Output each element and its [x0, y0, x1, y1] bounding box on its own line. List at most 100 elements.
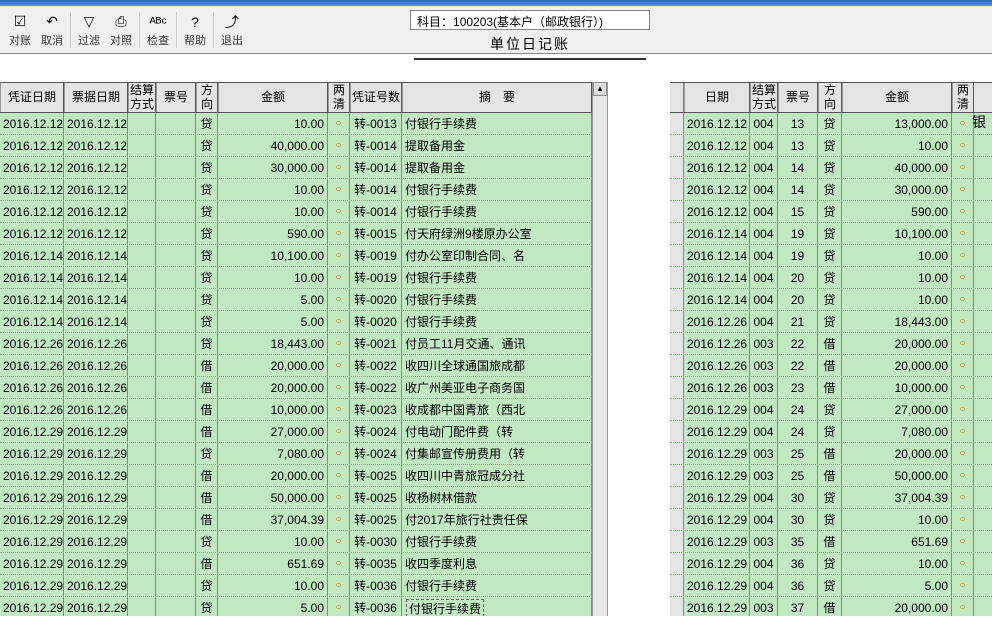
- table-row[interactable]: 2016.12.2900436贷10.00○: [670, 553, 992, 575]
- table-row[interactable]: 2016.12.142016.12.14贷10,100.00○转-0019付办公…: [0, 245, 592, 267]
- table-row[interactable]: 2016.12.1200414贷30,000.00○: [670, 179, 992, 201]
- table-row[interactable]: 2016.12.292016.12.29借27,000.00○转-0024付电动…: [0, 421, 592, 443]
- cell: 2016.12.29: [64, 465, 128, 486]
- table-row[interactable]: 2016.12.2900424贷7,080.00○: [670, 421, 992, 443]
- cell: 转-0025: [350, 465, 402, 486]
- cell: ○: [952, 377, 974, 398]
- editing-cell[interactable]: 付银行手续费: [406, 599, 484, 616]
- row-marker: [670, 157, 684, 178]
- cell: 37,004.39: [218, 509, 328, 530]
- row-marker: [670, 245, 684, 266]
- table-row[interactable]: 2016.12.292016.12.29贷7,080.00○转-0024付集邮宣…: [0, 443, 592, 465]
- table-row[interactable]: 2016.12.2900430贷37,004.39○: [670, 487, 992, 509]
- table-row[interactable]: 2016.12.1400419贷10.00○: [670, 245, 992, 267]
- table-row[interactable]: 2016.12.2900337借20,000.00○: [670, 597, 992, 616]
- col-settle[interactable]: 结算方式: [128, 83, 156, 112]
- cell: 003: [750, 377, 778, 398]
- cell: 5.00: [218, 311, 328, 332]
- cell: ○: [952, 487, 974, 508]
- col-summary[interactable]: 摘 要: [402, 83, 592, 112]
- table-row[interactable]: 2016.12.2900335借651.69○: [670, 531, 992, 553]
- table-row[interactable]: 2016.12.262016.12.26贷18,443.00○转-0021付员工…: [0, 333, 592, 355]
- table-row[interactable]: 2016.12.122016.12.12贷10.00○转-0014付银行手续费: [0, 201, 592, 223]
- left-grid-body[interactable]: 2016.12.122016.12.12贷10.00○转-0013付银行手续费2…: [0, 113, 592, 616]
- table-row[interactable]: 2016.12.262016.12.26借10,000.00○转-0023收成都…: [0, 399, 592, 421]
- table-row[interactable]: 2016.12.122016.12.12贷10.00○转-0014付银行手续费: [0, 179, 592, 201]
- check-button[interactable]: ᴬᴮᶜ检查: [142, 9, 174, 51]
- table-row[interactable]: 2016.12.1200414贷40,000.00○: [670, 157, 992, 179]
- table-row[interactable]: 2016.12.2600421贷18,443.00○: [670, 311, 992, 333]
- cell: 14: [778, 157, 818, 178]
- table-row[interactable]: 2016.12.1400420贷10.00○: [670, 267, 992, 289]
- help-button[interactable]: ?帮助: [179, 9, 211, 51]
- cell: 2016.12.26: [0, 333, 64, 354]
- rcol-ticket-no[interactable]: 票号: [778, 83, 818, 112]
- table-row[interactable]: 2016.12.122016.12.12贷40,000.00○转-0014提取备…: [0, 135, 592, 157]
- filter-button[interactable]: ▽过滤: [73, 9, 105, 51]
- table-row[interactable]: 2016.12.1200413贷10.00○: [670, 135, 992, 157]
- table-row[interactable]: 2016.12.2600322借20,000.00○: [670, 355, 992, 377]
- table-row[interactable]: 2016.12.292016.12.29贷10.00○转-0030付银行手续费: [0, 531, 592, 553]
- table-row[interactable]: 2016.12.142016.12.14贷5.00○转-0020付银行手续费: [0, 289, 592, 311]
- table-row[interactable]: 2016.12.292016.12.29借37,004.39○转-0025付20…: [0, 509, 592, 531]
- left-scrollbar[interactable]: ▲: [592, 82, 608, 616]
- rcol-direction[interactable]: 方向: [818, 83, 842, 112]
- table-row[interactable]: 2016.12.292016.12.29贷10.00○转-0036付银行手续费: [0, 575, 592, 597]
- cell: 25: [778, 465, 818, 486]
- table-row[interactable]: 2016.12.262016.12.26借20,000.00○转-0022收广州…: [0, 377, 592, 399]
- scroll-up-icon[interactable]: ▲: [593, 82, 607, 96]
- col-direction[interactable]: 方向: [196, 83, 218, 112]
- col-amount[interactable]: 金额: [218, 83, 328, 112]
- row-marker: [670, 355, 684, 376]
- cancel-button[interactable]: ↶取消: [36, 9, 68, 51]
- table-row[interactable]: 2016.12.1200413贷13,000.00○: [670, 113, 992, 135]
- cell: ○: [952, 267, 974, 288]
- col-ticket-date[interactable]: 票据日期: [64, 83, 128, 112]
- table-row[interactable]: 2016.12.122016.12.12贷590.00○转-0015付天府绿洲9…: [0, 223, 592, 245]
- col-voucher-date[interactable]: 凭证日期: [0, 83, 64, 112]
- table-row[interactable]: 2016.12.142016.12.14贷5.00○转-0020付银行手续费: [0, 311, 592, 333]
- table-row[interactable]: 2016.12.122016.12.12贷30,000.00○转-0014提取备…: [0, 157, 592, 179]
- cell: 贷: [196, 201, 218, 222]
- table-row[interactable]: 2016.12.292016.12.29借20,000.00○转-0025收四川…: [0, 465, 592, 487]
- table-row[interactable]: 2016.12.2900325借20,000.00○: [670, 443, 992, 465]
- table-row[interactable]: 2016.12.122016.12.12贷10.00○转-0013付银行手续费: [0, 113, 592, 135]
- table-row[interactable]: 2016.12.292016.12.29借50,000.00○转-0025收杨树…: [0, 487, 592, 509]
- cell: 2016.12.29: [64, 509, 128, 530]
- cell: 付银行手续费: [402, 201, 592, 222]
- cell: 2016.12.14: [64, 289, 128, 310]
- cell: ○: [328, 289, 350, 310]
- table-row[interactable]: 2016.12.1400419贷10,100.00○: [670, 223, 992, 245]
- table-row[interactable]: 2016.12.142016.12.14贷10.00○转-0019付银行手续费: [0, 267, 592, 289]
- subject-field[interactable]: 科目：100203(基本户（邮政银行）): [410, 10, 650, 30]
- cell: 2016.12.12: [684, 135, 750, 156]
- table-row[interactable]: 2016.12.1400420贷10.00○: [670, 289, 992, 311]
- rcol-settle[interactable]: 结算方式: [750, 83, 778, 112]
- cell: ○: [328, 443, 350, 464]
- col-clear[interactable]: 两清: [328, 83, 350, 112]
- table-row[interactable]: 2016.12.2900430贷10.00○: [670, 509, 992, 531]
- compare-button[interactable]: ⎙对照: [105, 9, 137, 51]
- rcol-clear[interactable]: 两清: [952, 83, 974, 112]
- rcol-amount[interactable]: 金额: [842, 83, 952, 112]
- col-voucher-no[interactable]: 凭证号数: [350, 83, 402, 112]
- exit-button[interactable]: ⤴退出: [216, 9, 248, 51]
- cell: 2016.12.29: [0, 421, 64, 442]
- table-row[interactable]: 2016.12.292016.12.29贷5.00○转-0036付银行手续费: [0, 597, 592, 616]
- table-row[interactable]: 2016.12.1200415贷590.00○: [670, 201, 992, 223]
- table-row[interactable]: 2016.12.2600323借10,000.00○: [670, 377, 992, 399]
- match-button[interactable]: ☑对账: [4, 9, 36, 51]
- table-row[interactable]: 2016.12.262016.12.26借20,000.00○转-0022收四川…: [0, 355, 592, 377]
- col-ticket-no[interactable]: 票号: [156, 83, 196, 112]
- rcol-date[interactable]: 日期: [684, 83, 750, 112]
- table-row[interactable]: 2016.12.292016.12.29借651.69○转-0035收四季度利息: [0, 553, 592, 575]
- table-row[interactable]: 2016.12.2900436贷5.00○: [670, 575, 992, 597]
- cell: 2016.12.29: [0, 443, 64, 464]
- cell: 50,000.00: [842, 465, 952, 486]
- table-row[interactable]: 2016.12.2900325借50,000.00○: [670, 465, 992, 487]
- cell: [128, 531, 156, 552]
- table-row[interactable]: 2016.12.2600322借20,000.00○: [670, 333, 992, 355]
- table-row[interactable]: 2016.12.2900424贷27,000.00○: [670, 399, 992, 421]
- cell: 贷: [196, 575, 218, 596]
- right-grid-body[interactable]: 2016.12.1200413贷13,000.00○2016.12.120041…: [670, 113, 992, 616]
